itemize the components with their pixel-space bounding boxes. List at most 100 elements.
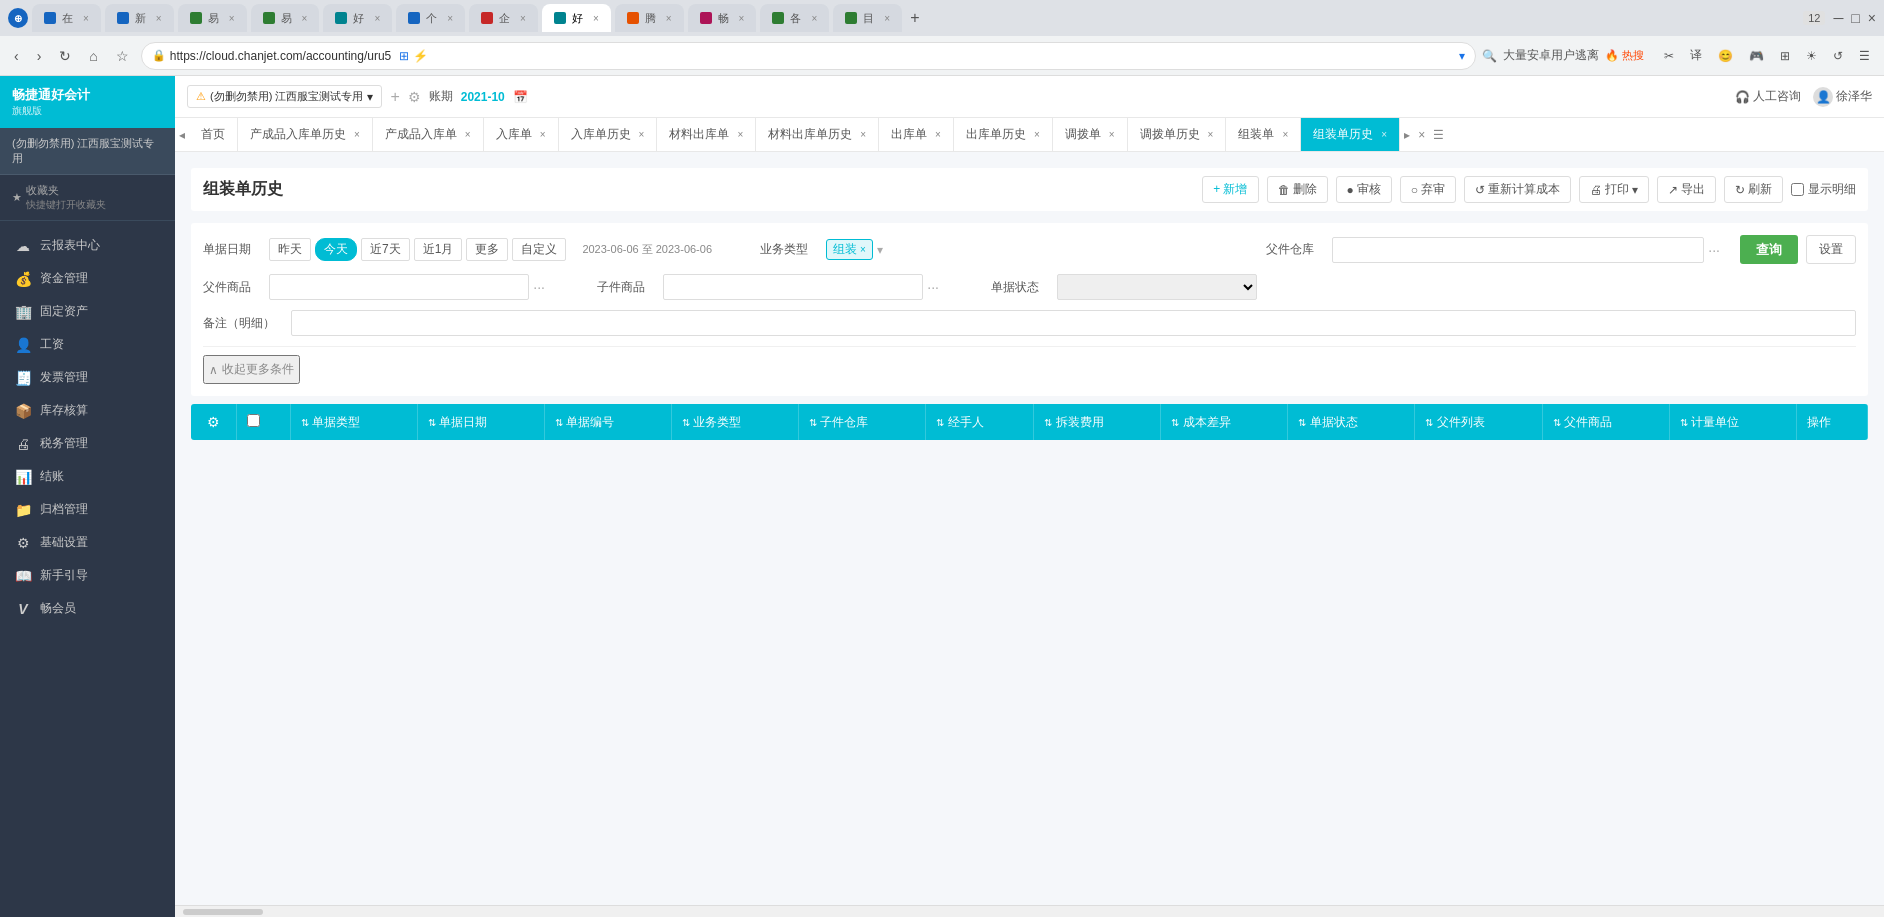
sidebar-item-member[interactable]: V 畅会员 xyxy=(0,592,175,625)
sun-tool[interactable]: ☀ xyxy=(1800,47,1823,65)
search-box[interactable]: 🔍 大量安卓用户逃离 🔥 热搜 xyxy=(1482,47,1644,64)
forward-button[interactable]: › xyxy=(31,44,48,68)
tab-ge2[interactable]: 各 × xyxy=(760,4,829,32)
date-1month-btn[interactable]: 近1月 xyxy=(414,238,463,261)
tab-teng[interactable]: 腾 × xyxy=(615,4,684,32)
add-company-button[interactable]: + xyxy=(390,88,399,106)
abandon-button[interactable]: ○ 弃审 xyxy=(1400,176,1456,203)
parent-product-input[interactable] xyxy=(269,274,529,300)
undo-tool[interactable]: ↺ xyxy=(1827,47,1849,65)
col-order-no[interactable]: ⇅ 单据编号 xyxy=(544,404,671,440)
company-settings-button[interactable]: ⚙ xyxy=(408,89,421,105)
business-type-tag[interactable]: 组装 × xyxy=(826,239,873,260)
collapse-btn[interactable]: ∧ 收起更多条件 xyxy=(203,355,300,384)
tab-mu[interactable]: 目 × xyxy=(833,4,902,32)
print-button[interactable]: 🖨 打印 ▾ xyxy=(1579,176,1649,203)
show-detail-checkbox[interactable] xyxy=(1791,183,1804,196)
col-handler[interactable]: ⇅ 经手人 xyxy=(926,404,1034,440)
select-all-checkbox[interactable] xyxy=(247,414,260,427)
user-avatar[interactable]: 👤 徐泽华 xyxy=(1813,87,1872,107)
sidebar-item-closing[interactable]: 📊 结账 xyxy=(0,460,175,493)
col-parent-product[interactable]: ⇅ 父件商品 xyxy=(1542,404,1669,440)
parent-warehouse-input[interactable] xyxy=(1332,237,1704,263)
tab-finished-goods[interactable]: 产成品入库单 × xyxy=(373,118,484,152)
horizontal-scrollbar[interactable] xyxy=(183,909,263,915)
tab-material-outbound-history[interactable]: 材料出库单历史 × xyxy=(756,118,879,152)
tag-close-icon[interactable]: × xyxy=(860,244,866,255)
tab-inbound[interactable]: 入库单 × xyxy=(484,118,559,152)
sidebar-item-tax[interactable]: 🖨 税务管理 xyxy=(0,427,175,460)
sidebar-item-guide[interactable]: 📖 新手引导 xyxy=(0,559,175,592)
sidebar-item-inventory[interactable]: 📦 库存核算 xyxy=(0,394,175,427)
tab-scroll-right[interactable]: ▸ xyxy=(1400,128,1414,142)
date-custom-btn[interactable]: 自定义 xyxy=(512,238,566,261)
col-unit[interactable]: ⇅ 计量单位 xyxy=(1669,404,1796,440)
print-chevron[interactable]: ▾ xyxy=(1632,183,1638,197)
tab-hao2[interactable]: 好 × xyxy=(542,4,611,32)
emoji-tool[interactable]: 😊 xyxy=(1712,47,1739,65)
col-business-type[interactable]: ⇅ 业务类型 xyxy=(672,404,799,440)
home-button[interactable]: ⌂ xyxy=(83,44,103,68)
bookmark-button[interactable]: ☆ xyxy=(110,44,135,68)
col-order-date[interactable]: ⇅ 单据日期 xyxy=(417,404,544,440)
tab-material-outbound[interactable]: 材料出库单 × xyxy=(657,118,756,152)
tab-hao1[interactable]: 好 × xyxy=(323,4,392,32)
child-product-ellipsis[interactable]: ··· xyxy=(923,279,943,295)
tab-more-options[interactable]: ☰ xyxy=(1429,128,1448,142)
date-yesterday-btn[interactable]: 昨天 xyxy=(269,238,311,261)
sidebar-item-invoice[interactable]: 🧾 发票管理 xyxy=(0,361,175,394)
tab-outbound[interactable]: 出库单 × xyxy=(879,118,954,152)
settings-filter-button[interactable]: 设置 xyxy=(1806,235,1856,264)
grid-tool[interactable]: ⊞ xyxy=(1774,47,1796,65)
col-child-warehouse[interactable]: ⇅ 子件仓库 xyxy=(799,404,926,440)
tab-chang[interactable]: 畅 × xyxy=(688,4,757,32)
business-type-dropdown[interactable]: ▾ xyxy=(873,243,887,257)
parent-warehouse-ellipsis[interactable]: ··· xyxy=(1704,242,1724,258)
tab-qi[interactable]: 企 × xyxy=(469,4,538,32)
order-status-select[interactable]: 草稿 已审核 xyxy=(1057,274,1257,300)
date-more-btn[interactable]: 更多 xyxy=(466,238,508,261)
sidebar-item-cloud-report[interactable]: ☁ 云报表中心 xyxy=(0,229,175,262)
calendar-icon[interactable]: 📅 xyxy=(513,90,528,104)
tab-transfer-history[interactable]: 调拨单历史 × xyxy=(1128,118,1227,152)
query-button[interactable]: 查询 xyxy=(1740,235,1798,264)
maximize-button[interactable]: □ xyxy=(1851,10,1859,26)
sidebar-item-fund[interactable]: 💰 资金管理 xyxy=(0,262,175,295)
scrollbar-area[interactable] xyxy=(175,905,1884,917)
new-tab-button[interactable]: + xyxy=(906,9,923,27)
favorites-section[interactable]: ★ 收藏夹 快捷键打开收藏夹 xyxy=(0,175,175,221)
parent-product-ellipsis[interactable]: ··· xyxy=(529,279,549,295)
tab-zai[interactable]: 在 × xyxy=(32,4,101,32)
audit-button[interactable]: ● 审核 xyxy=(1336,176,1392,203)
date-7days-btn[interactable]: 近7天 xyxy=(361,238,410,261)
close-button[interactable]: × xyxy=(1868,10,1876,26)
customer-service[interactable]: 🎧 人工咨询 xyxy=(1735,88,1801,105)
menu-tool[interactable]: ☰ xyxy=(1853,47,1876,65)
game-tool[interactable]: 🎮 xyxy=(1743,47,1770,65)
delete-button[interactable]: 🗑 删除 xyxy=(1267,176,1328,203)
company-selector-sidebar[interactable]: (勿删勿禁用) 江西服宝测试专用 xyxy=(0,128,175,175)
tab-yi1[interactable]: 易 × xyxy=(178,4,247,32)
tab-yi2[interactable]: 易 × xyxy=(251,4,320,32)
refresh-browser-button[interactable]: ↻ xyxy=(53,44,77,68)
translate-tool[interactable]: 译 xyxy=(1684,45,1708,66)
export-button[interactable]: ↗ 导出 xyxy=(1657,176,1716,203)
tab-close-all[interactable]: × xyxy=(1414,128,1429,142)
recalculate-button[interactable]: ↺ 重新计算成本 xyxy=(1464,176,1571,203)
address-bar[interactable]: 🔒 https://cloud.chanjet.com/accounting/u… xyxy=(141,42,1476,70)
col-cost-diff[interactable]: ⇅ 成本差异 xyxy=(1161,404,1288,440)
refresh-page-button[interactable]: ↻ 刷新 xyxy=(1724,176,1783,203)
tab-ge[interactable]: 个 × xyxy=(396,4,465,32)
sidebar-item-settings[interactable]: ⚙ 基础设置 xyxy=(0,526,175,559)
sidebar-item-salary[interactable]: 👤 工资 xyxy=(0,328,175,361)
company-selector-header[interactable]: ⚠ (勿删勿禁用) 江西服宝测试专用 ▾ xyxy=(187,85,382,108)
tab-assembly[interactable]: 组装单 × xyxy=(1226,118,1301,152)
col-order-type[interactable]: ⇅ 单据类型 xyxy=(290,404,417,440)
sidebar-item-archive[interactable]: 📁 归档管理 xyxy=(0,493,175,526)
remark-input[interactable] xyxy=(291,310,1856,336)
tab-assembly-history[interactable]: 组装单历史 × xyxy=(1301,118,1400,152)
add-button[interactable]: + 新增 xyxy=(1202,176,1258,203)
sidebar-item-fixed-assets[interactable]: 🏢 固定资产 xyxy=(0,295,175,328)
col-order-status[interactable]: ⇅ 单据状态 xyxy=(1288,404,1415,440)
back-button[interactable]: ‹ xyxy=(8,44,25,68)
